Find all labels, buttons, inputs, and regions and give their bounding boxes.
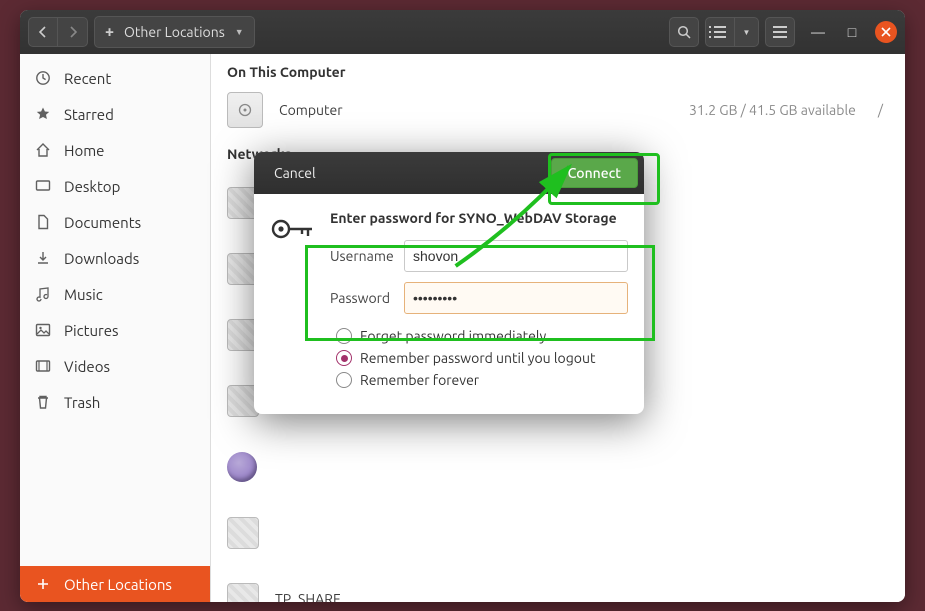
plus-icon: + — [105, 23, 114, 41]
minimize-button[interactable]: — — [807, 21, 829, 43]
sidebar-item-label: Home — [64, 142, 104, 159]
chevron-down-icon: ▼ — [235, 27, 244, 37]
menu-button[interactable] — [765, 17, 795, 47]
trash-icon — [34, 393, 52, 411]
server-icon — [227, 583, 259, 602]
computer-row[interactable]: Computer 31.2 GB / 41.5 GB available / — [211, 84, 905, 136]
sidebar-item-label: Other Locations — [64, 576, 172, 593]
sidebar-item-label: Trash — [64, 394, 100, 411]
sidebar-item-home[interactable]: Home — [20, 132, 210, 168]
music-icon — [34, 285, 52, 303]
sidebar-item-recent[interactable]: Recent — [20, 60, 210, 96]
clock-icon — [34, 69, 52, 87]
network-row[interactable] — [211, 500, 905, 566]
dialog-cancel-button[interactable]: Cancel — [260, 159, 330, 187]
sidebar-item-label: Downloads — [64, 250, 139, 267]
chevron-left-icon — [38, 26, 48, 38]
location-label: Other Locations — [124, 24, 225, 40]
key-icon — [270, 212, 316, 246]
radio-icon — [336, 372, 352, 388]
network-label: TP_SHARE — [275, 591, 341, 602]
sidebar-item-label: Music — [64, 286, 103, 303]
nav-group — [28, 17, 88, 47]
sidebar-item-documents[interactable]: Documents — [20, 204, 210, 240]
sidebar-item-label: Desktop — [64, 178, 120, 195]
section-on-this-computer: On This Computer — [211, 54, 905, 84]
star-icon — [34, 105, 52, 123]
plus-icon — [34, 575, 52, 593]
password-row: Password — [330, 282, 628, 314]
sidebar-item-label: Recent — [64, 70, 111, 87]
view-group: ▼ — [705, 17, 759, 47]
videos-icon — [34, 357, 52, 375]
titlebar: + Other Locations ▼ ▼ — □ — [20, 10, 905, 54]
list-icon — [714, 26, 726, 38]
sidebar-item-label: Documents — [64, 214, 141, 231]
chevron-right-icon — [68, 26, 78, 38]
sidebar-item-music[interactable]: Music — [20, 276, 210, 312]
maximize-button[interactable]: □ — [841, 21, 863, 43]
close-icon — [881, 27, 891, 37]
chevron-down-icon: ▼ — [743, 28, 751, 37]
hamburger-icon — [773, 26, 787, 38]
computer-path: / — [878, 102, 883, 118]
opt-forget[interactable]: Forget password immediately — [336, 328, 628, 344]
sidebar-item-trash[interactable]: Trash — [20, 384, 210, 420]
desktop-icon — [34, 177, 52, 195]
search-button[interactable] — [669, 17, 699, 47]
forward-button[interactable] — [58, 17, 88, 47]
password-label: Password — [330, 290, 404, 306]
sidebar-item-label: Pictures — [64, 322, 119, 339]
radio-icon — [336, 350, 352, 366]
network-row-tpshare[interactable]: TP_SHARE — [211, 566, 905, 602]
username-label: Username — [330, 248, 404, 264]
downloads-icon — [34, 249, 52, 267]
sidebar-item-videos[interactable]: Videos — [20, 348, 210, 384]
password-input[interactable] — [404, 282, 628, 314]
list-view-button[interactable] — [705, 17, 735, 47]
documents-icon — [34, 213, 52, 231]
remember-options: Forget password immediately Remember pas… — [336, 328, 628, 388]
sidebar-item-desktop[interactable]: Desktop — [20, 168, 210, 204]
sidebar-item-starred[interactable]: Starred — [20, 96, 210, 132]
sidebar: Recent Starred Home Desktop Documents Do… — [20, 54, 211, 602]
computer-label: Computer — [279, 102, 343, 118]
close-button[interactable] — [875, 21, 897, 43]
computer-space: 31.2 GB / 41.5 GB available — [689, 102, 856, 118]
sidebar-item-label: Videos — [64, 358, 110, 375]
network-globe-icon — [227, 452, 257, 482]
sidebar-item-other-locations[interactable]: Other Locations — [20, 566, 210, 602]
opt-remember-forever[interactable]: Remember forever — [336, 372, 628, 388]
network-row[interactable] — [211, 434, 905, 500]
home-icon — [34, 141, 52, 159]
view-options-button[interactable]: ▼ — [735, 17, 759, 47]
server-icon — [227, 517, 259, 549]
pictures-icon — [34, 321, 52, 339]
sidebar-item-downloads[interactable]: Downloads — [20, 240, 210, 276]
sidebar-item-label: Starred — [64, 106, 114, 123]
drive-icon — [227, 92, 263, 128]
opt-remember-logout[interactable]: Remember password until you logout — [336, 350, 628, 366]
search-icon — [677, 25, 692, 40]
sidebar-item-pictures[interactable]: Pictures — [20, 312, 210, 348]
radio-icon — [336, 328, 352, 344]
location-bar[interactable]: + Other Locations ▼ — [94, 16, 255, 48]
back-button[interactable] — [28, 17, 58, 47]
